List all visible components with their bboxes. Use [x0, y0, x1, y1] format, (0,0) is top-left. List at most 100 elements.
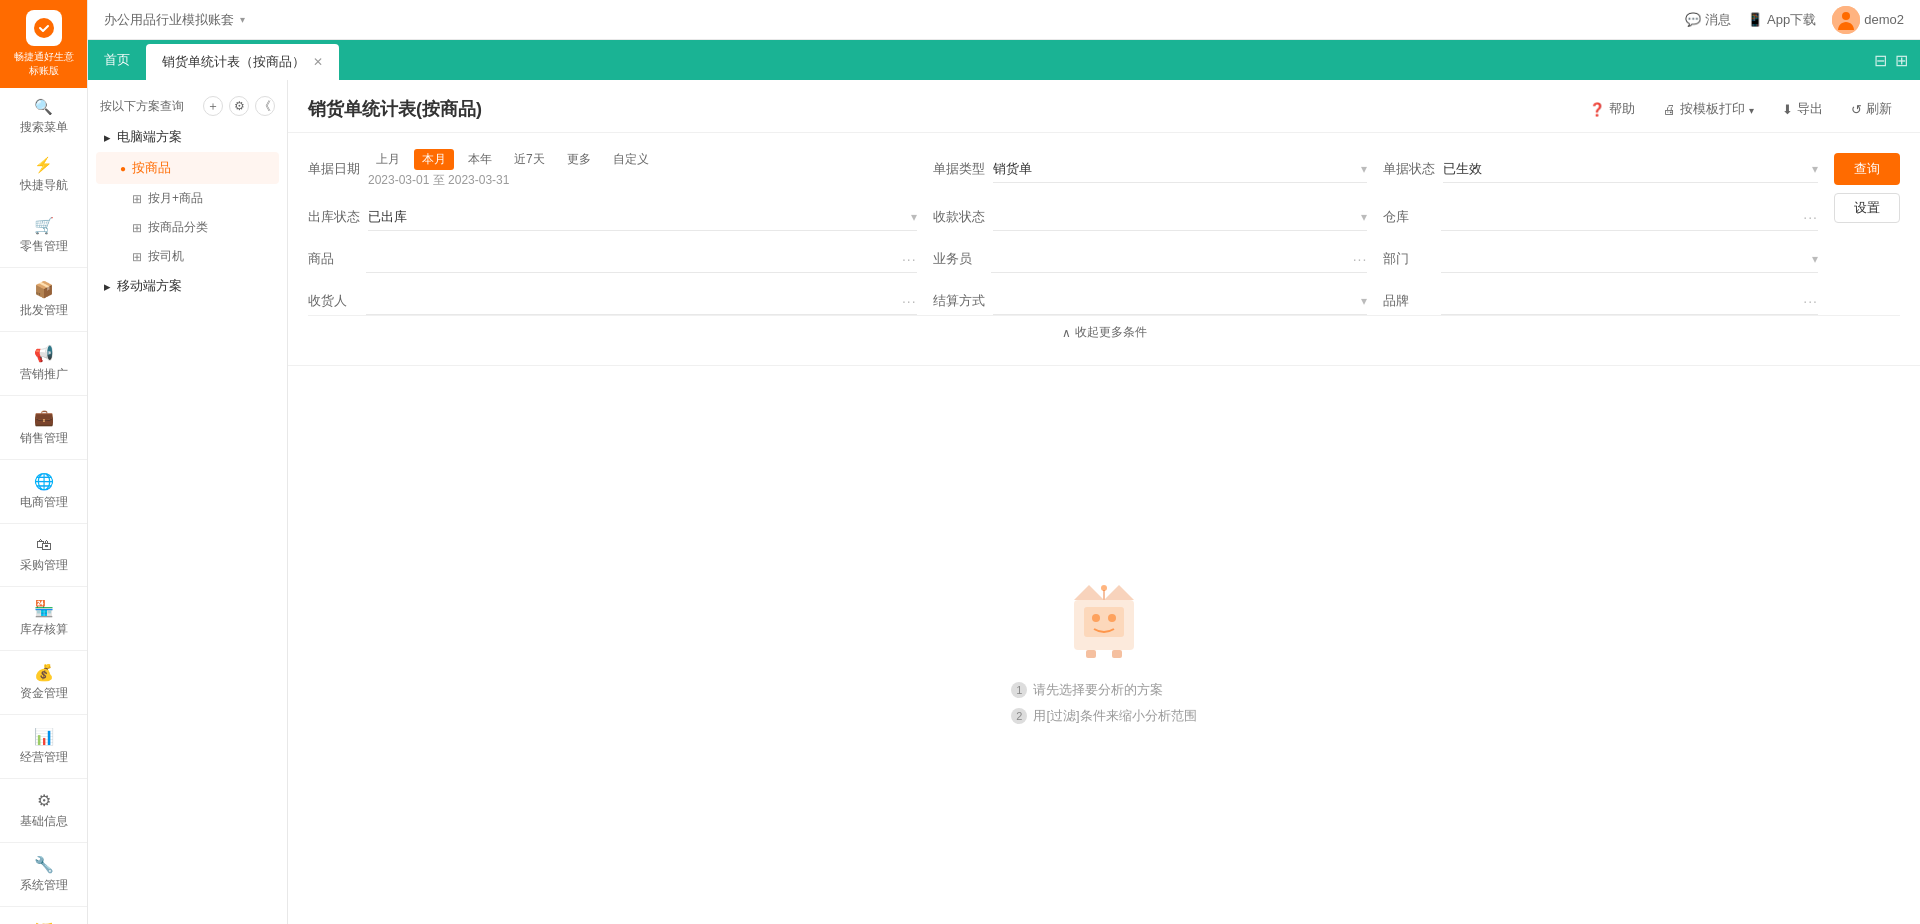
workspace-selector[interactable]: 办公用品行业模拟账套 ▾ — [104, 11, 245, 29]
goods-control[interactable]: ··· — [366, 245, 917, 273]
help-btn[interactable]: ❓ 帮助 — [1581, 96, 1643, 122]
date-range: 2023-03-01 至 2023-03-31 — [368, 172, 917, 189]
brand-label: 品牌 — [1383, 292, 1433, 310]
basic-icon: ⚙ — [37, 791, 51, 810]
warehouse-status-control[interactable]: 已出库 — [368, 203, 917, 231]
date-tag-thismonth[interactable]: 本月 — [414, 149, 454, 170]
tree-item-by-cashier[interactable]: ⊞ 按司机 — [96, 242, 279, 271]
app-title: 畅捷通好生意 — [14, 50, 74, 64]
tree-item-by-month-goods[interactable]: ⊞ 按月+商品 — [96, 184, 279, 213]
app-download-btn[interactable]: 📱 App下载 — [1747, 11, 1816, 29]
brand-control[interactable]: ··· — [1441, 287, 1818, 315]
tree-group-mobile-label: 移动端方案 — [117, 277, 182, 295]
receiver-control[interactable]: ··· — [366, 287, 917, 315]
settlement-control[interactable] — [993, 287, 1368, 315]
tree-group-mobile[interactable]: 移动端方案 — [96, 271, 279, 301]
settings-scheme-btn[interactable]: ⚙ — [229, 96, 249, 116]
settings-btn[interactable]: 设置 — [1834, 193, 1900, 223]
inventory-icon: 🏪 — [34, 599, 54, 618]
ecommerce-icon: 🌐 — [34, 472, 54, 491]
date-tag-thisyear[interactable]: 本年 — [460, 149, 500, 170]
purchase-label: 采购管理 — [20, 557, 68, 574]
sidebar-item-finance[interactable]: 💰 资金管理 — [0, 651, 88, 715]
tab-maximize-btn[interactable]: ⊞ — [1895, 51, 1908, 70]
svg-point-0 — [34, 18, 54, 38]
sidebar-item-ecommerce[interactable]: 🌐 电商管理 — [0, 460, 88, 524]
warehouse-status-arrow — [911, 210, 917, 224]
svg-rect-7 — [1086, 650, 1096, 658]
empty-illustration — [1044, 565, 1164, 665]
goods-dots: ··· — [902, 251, 917, 267]
department-control[interactable] — [1441, 245, 1818, 273]
tree-group-desktop[interactable]: 电脑端方案 — [96, 122, 279, 152]
system-label: 系统管理 — [20, 877, 68, 894]
sales-label: 销售管理 — [20, 430, 68, 447]
user-avatar — [1832, 6, 1860, 34]
doc-type-control[interactable]: 销货单 — [993, 155, 1368, 183]
sidebar-item-basic[interactable]: ⚙ 基础信息 — [0, 779, 88, 843]
empty-state: 1 请先选择要分析的方案 2 用[过滤]条件来缩小分析范围 — [288, 366, 1920, 924]
doc-status-control[interactable]: 已生效 — [1443, 155, 1818, 183]
message-btn[interactable]: 💬 消息 — [1685, 11, 1731, 29]
filter-doc-status: 单据状态 已生效 — [1383, 155, 1818, 183]
active-item-icon: ● — [120, 163, 126, 174]
tab-sales-stat[interactable]: 销货单统计表（按商品） ✕ — [146, 44, 339, 80]
refresh-icon: ↺ — [1851, 102, 1862, 117]
sub-item-icon-1: ⊞ — [132, 192, 142, 206]
filter-row-2: 出库状态 已出库 收款状态 — [308, 203, 1818, 231]
logo-icon — [26, 10, 62, 46]
top-header: 办公用品行业模拟账套 ▾ 💬 消息 📱 App下载 de — [88, 0, 1920, 40]
tab-home[interactable]: 首页 — [88, 40, 146, 80]
sidebar-item-cooperation[interactable]: 🤝 企业协同 — [0, 907, 88, 924]
collapse-more-btn[interactable]: ∧ 收起更多条件 — [308, 315, 1900, 349]
tree-item-by-category[interactable]: ⊞ 按商品分类 — [96, 213, 279, 242]
salesperson-control[interactable]: ··· — [991, 245, 1368, 273]
empty-tips: 1 请先选择要分析的方案 2 用[过滤]条件来缩小分析范围 — [1011, 681, 1196, 725]
sidebar-item-quicknav[interactable]: ⚡ 快捷导航 — [0, 146, 88, 204]
sidebar-item-system[interactable]: 🔧 系统管理 — [0, 843, 88, 907]
left-panel-actions: ＋ ⚙ 《 — [203, 96, 275, 116]
sidebar-item-retail[interactable]: 🛒 零售管理 — [0, 204, 88, 268]
date-tag-more[interactable]: 更多 — [559, 149, 599, 170]
sidebar-item-wholesale[interactable]: 📦 批发管理 — [0, 268, 88, 332]
tree-item-by-goods[interactable]: ● 按商品 — [96, 152, 279, 184]
finance-label: 资金管理 — [20, 685, 68, 702]
date-tag-lastmonth[interactable]: 上月 — [368, 149, 408, 170]
receiver-dots: ··· — [902, 293, 917, 309]
marketing-icon: 📢 — [34, 344, 54, 363]
warehouse-control[interactable]: ··· — [1441, 203, 1818, 231]
payment-status-control[interactable] — [993, 203, 1368, 231]
template-print-label: 按模板打印 — [1680, 100, 1745, 118]
filter-row-1: 单据日期 上月 本月 本年 近7天 更多 自定义 — [308, 149, 1818, 189]
workspace-name: 办公用品行业模拟账套 — [104, 11, 234, 29]
help-icon: ❓ — [1589, 102, 1605, 117]
template-print-btn[interactable]: 🖨 按模板打印 — [1655, 96, 1762, 122]
left-panel: 按以下方案查询 ＋ ⚙ 《 电脑端方案 ● 按商品 ⊞ — [88, 80, 288, 924]
tab-close-icon[interactable]: ✕ — [313, 55, 323, 69]
export-btn[interactable]: ⬇ 导出 — [1774, 96, 1831, 122]
date-label: 单据日期 — [308, 160, 360, 178]
date-tag-7days[interactable]: 近7天 — [506, 149, 553, 170]
tab-minimize-btn[interactable]: ⊟ — [1874, 51, 1887, 70]
date-tag-custom[interactable]: 自定义 — [605, 149, 657, 170]
app-logo[interactable]: 畅捷通好生意 标账版 — [0, 0, 88, 88]
filter-date: 单据日期 上月 本月 本年 近7天 更多 自定义 — [308, 149, 917, 189]
filter-goods: 商品 ··· — [308, 245, 917, 273]
svg-point-10 — [1101, 585, 1107, 591]
sidebar-item-search[interactable]: 🔍 搜索菜单 — [0, 88, 88, 146]
refresh-btn[interactable]: ↺ 刷新 — [1843, 96, 1900, 122]
sidebar-quicknav-label: 快捷导航 — [20, 177, 68, 194]
sidebar-item-inventory[interactable]: 🏪 库存核算 — [0, 587, 88, 651]
sidebar-item-purchase[interactable]: 🛍 采购管理 — [0, 524, 88, 587]
sidebar-item-marketing[interactable]: 📢 营销推广 — [0, 332, 88, 396]
query-btn[interactable]: 查询 — [1834, 153, 1900, 185]
username: demo2 — [1864, 12, 1904, 27]
add-scheme-btn[interactable]: ＋ — [203, 96, 223, 116]
sidebar-item-operations[interactable]: 📊 经营管理 — [0, 715, 88, 779]
brand-dots: ··· — [1803, 293, 1818, 309]
collapse-panel-btn[interactable]: 《 — [255, 96, 275, 116]
tip-num-1: 1 — [1011, 682, 1027, 698]
wholesale-label: 批发管理 — [20, 302, 68, 319]
sidebar-item-sales[interactable]: 💼 销售管理 — [0, 396, 88, 460]
user-profile[interactable]: demo2 — [1832, 6, 1904, 34]
